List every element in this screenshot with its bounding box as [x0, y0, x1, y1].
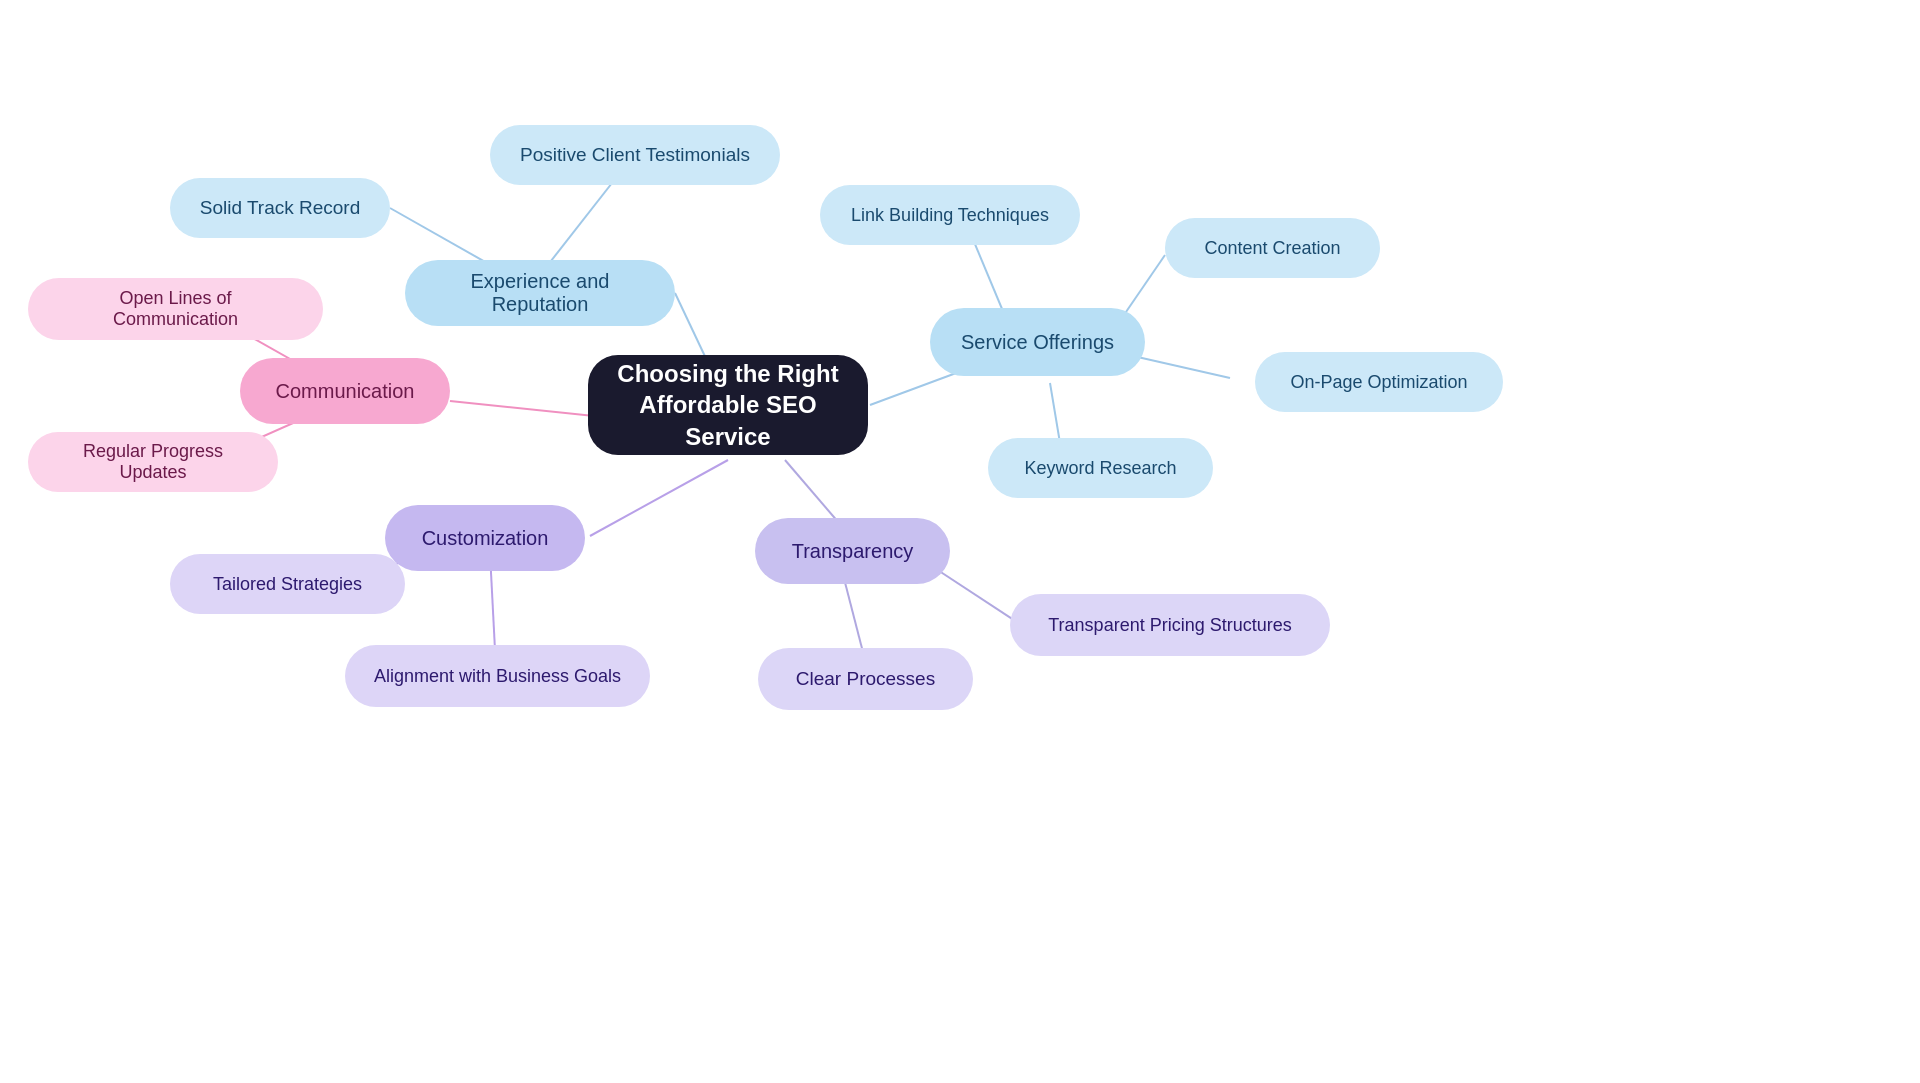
testimonials-node: Positive Client Testimonials [490, 125, 780, 185]
transparency-node: Transparency [755, 518, 950, 584]
svg-line-6 [590, 460, 728, 536]
service-offerings-node: Service Offerings [930, 308, 1145, 376]
open-lines-node: Open Lines of Communication [28, 278, 323, 340]
mind-map-svg [0, 0, 1920, 1083]
on-page-node: On-Page Optimization [1255, 352, 1503, 412]
communication-node: Communication [240, 358, 450, 424]
clear-processes-node: Clear Processes [758, 648, 973, 710]
link-building-node: Link Building Techniques [820, 185, 1080, 245]
center-node: Choosing the Right Affordable SEO Servic… [588, 355, 868, 455]
progress-updates-node: Regular Progress Updates [28, 432, 278, 492]
alignment-node: Alignment with Business Goals [345, 645, 650, 707]
svg-line-16 [1050, 383, 1060, 443]
track-record-node: Solid Track Record [170, 178, 390, 238]
experience-node: Experience and Reputation [405, 260, 675, 326]
tailored-node: Tailored Strategies [170, 554, 405, 614]
customization-node: Customization [385, 505, 585, 571]
pricing-node: Transparent Pricing Structures [1010, 594, 1330, 656]
keyword-research-node: Keyword Research [988, 438, 1213, 498]
content-creation-node: Content Creation [1165, 218, 1380, 278]
